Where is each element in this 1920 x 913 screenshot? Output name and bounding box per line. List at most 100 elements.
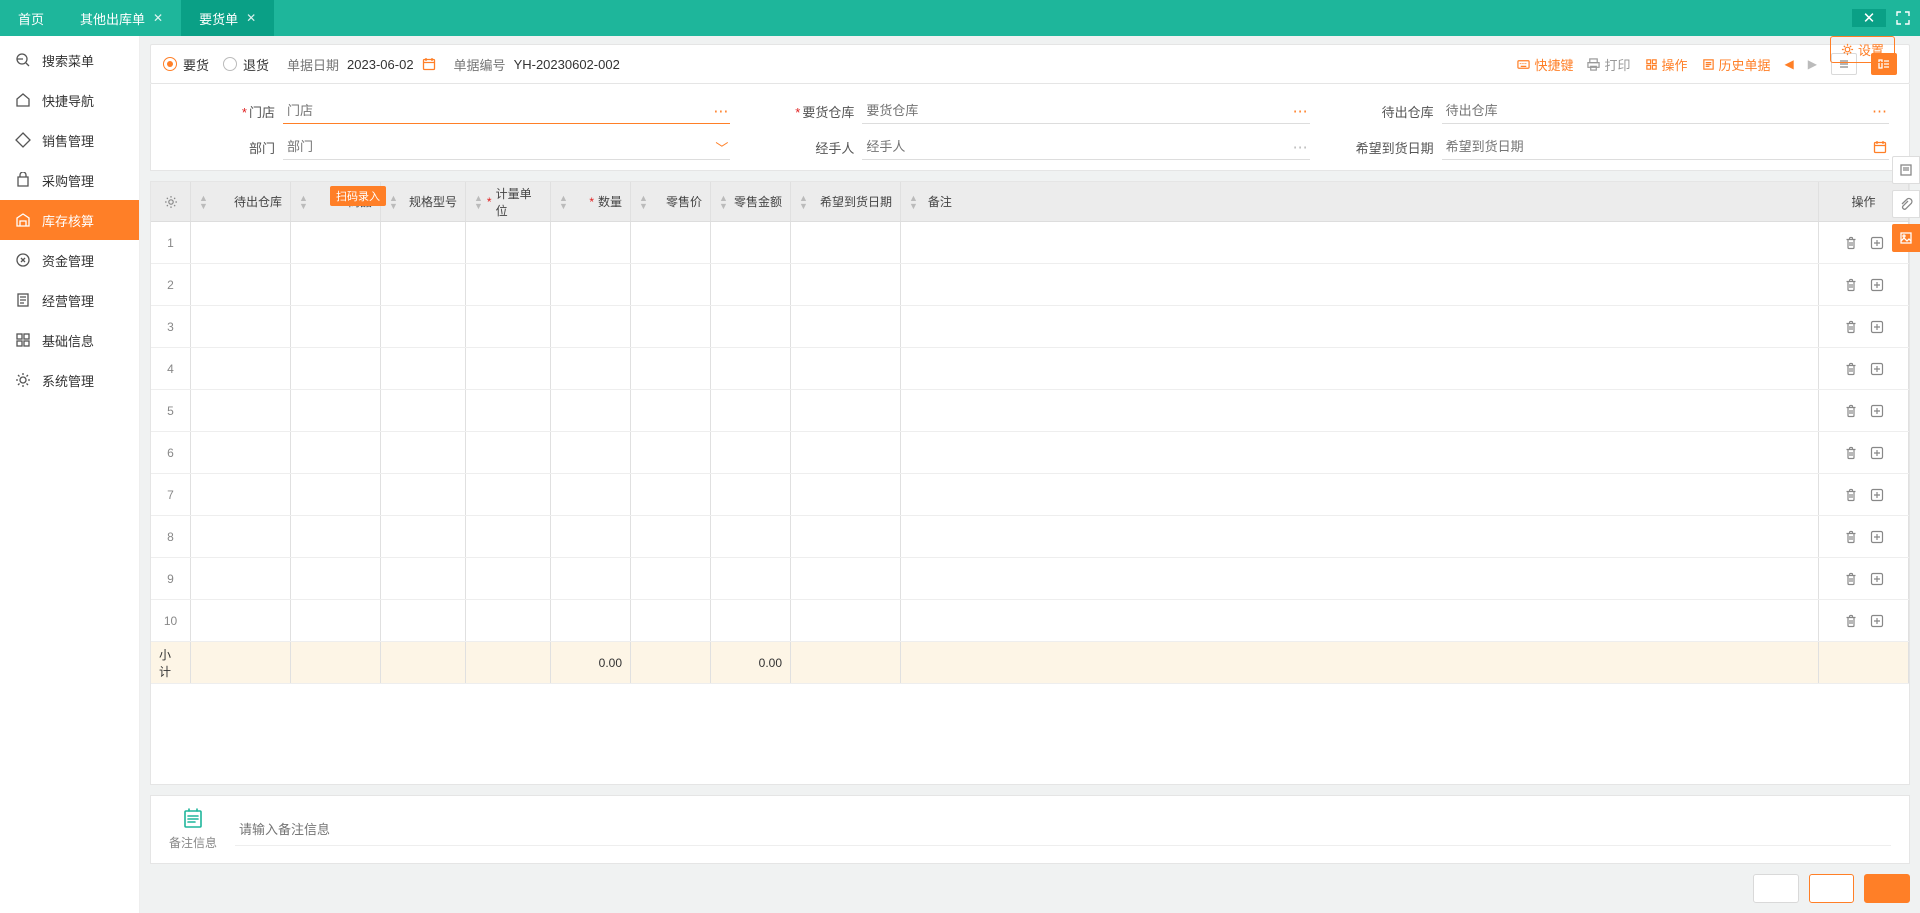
row-delete-icon[interactable] [1844,572,1858,586]
sidebar-item-purchase[interactable]: 采购管理 [0,160,139,200]
row-add-icon[interactable] [1870,446,1884,460]
tab-close-icon[interactable]: ✕ [153,11,163,25]
radio-return[interactable]: 退货 [223,55,269,74]
th-out-warehouse[interactable]: ▲▼待出仓库 [191,182,291,221]
fullscreen-icon[interactable] [1886,11,1920,25]
shortcut-button[interactable]: 快捷键 [1517,55,1573,74]
row-delete-icon[interactable] [1844,614,1858,628]
print-button[interactable]: 打印 [1587,55,1630,74]
remark-input[interactable] [235,814,1891,846]
sidebar-search[interactable]: 搜索菜单 [0,40,139,80]
table-row[interactable]: 4 [151,348,1909,390]
radio-dot-icon [163,57,177,71]
operate-button[interactable]: 操作 [1645,55,1688,74]
dept-input[interactable] [283,134,730,160]
th-qty[interactable]: ▲▼*数量 [551,182,631,221]
settings-button[interactable]: 设置 [1830,36,1895,63]
table-row[interactable]: 5 [151,390,1909,432]
strip-image-icon[interactable] [1892,224,1920,252]
row-delete-icon[interactable] [1844,320,1858,334]
row-add-icon[interactable] [1870,362,1884,376]
chevron-down-icon[interactable]: ﹀ [715,138,728,157]
reqwh-input[interactable] [862,98,1309,124]
row-delete-icon[interactable] [1844,530,1858,544]
table-row[interactable]: 7 [151,474,1909,516]
row-add-icon[interactable] [1870,278,1884,292]
sidebar-item-quicknav[interactable]: 快捷导航 [0,80,139,120]
th-price[interactable]: ▲▼零售价 [631,182,711,221]
th-amount[interactable]: ▲▼零售金额 [711,182,791,221]
radio-request[interactable]: 要货 [163,55,209,74]
row-delete-icon[interactable] [1844,362,1858,376]
row-index: 1 [151,222,191,263]
calendar-icon[interactable] [422,57,436,71]
more-icon[interactable]: ⋯ [1293,138,1308,156]
subtotal-row: 小计0.000.00 [151,642,1909,684]
strip-attach-icon[interactable] [1892,190,1920,218]
sidebar-item-basic[interactable]: 基础信息 [0,320,139,360]
row-delete-icon[interactable] [1844,236,1858,250]
row-delete-icon[interactable] [1844,278,1858,292]
row-add-icon[interactable] [1870,530,1884,544]
sidebar-item-sales[interactable]: 销售管理 [0,120,139,160]
expect-input[interactable] [1442,134,1889,160]
handler-input[interactable] [862,134,1309,160]
tab-close-icon[interactable]: ✕ [246,11,256,25]
tab-requisition[interactable]: 要货单 ✕ [181,0,274,36]
th-unit[interactable]: ▲▼*计量单位 [466,182,551,221]
sidebar-item-label: 资金管理 [42,251,94,270]
row-add-icon[interactable] [1870,320,1884,334]
subtotal-qty: 0.00 [551,642,631,683]
table-row[interactable]: 10 [151,600,1909,642]
history-button[interactable]: 历史单据 [1702,55,1771,74]
row-add-icon[interactable] [1870,404,1884,418]
history-prev-icon[interactable]: ◀ [1785,57,1794,71]
table-row[interactable]: 8 [151,516,1909,558]
th-expect-date[interactable]: ▲▼希望到货日期 [791,182,901,221]
btn-plain[interactable] [1753,874,1799,903]
row-delete-icon[interactable] [1844,446,1858,460]
outwh-input[interactable] [1442,98,1889,124]
btn-outline[interactable] [1809,874,1855,903]
more-icon[interactable]: ⋯ [1872,102,1887,120]
row-add-icon[interactable] [1870,614,1884,628]
history-label: 历史单据 [1719,55,1771,74]
calendar-icon[interactable] [1873,140,1887,154]
tab-other-outbound[interactable]: 其他出库单 ✕ [62,0,181,36]
sidebar-item-system[interactable]: 系统管理 [0,360,139,400]
row-add-icon[interactable] [1870,236,1884,250]
table-body[interactable]: 12345678910小计0.000.00 [151,222,1909,784]
more-icon[interactable]: ⋯ [713,102,728,120]
doc-date-value[interactable]: 2023-06-02 [347,57,414,72]
table-row[interactable]: 1 [151,222,1909,264]
th-product[interactable]: ▲▼*商品 扫码录入 [291,182,381,221]
tabbar-close-icon[interactable]: ✕ [1852,9,1886,27]
store-input[interactable] [283,98,730,124]
table-row[interactable]: 3 [151,306,1909,348]
table-row[interactable]: 6 [151,432,1909,474]
th-gear[interactable] [151,182,191,221]
scan-entry-badge[interactable]: 扫码录入 [330,186,386,206]
sidebar-item-label: 库存核算 [42,211,94,230]
table-row[interactable]: 2 [151,264,1909,306]
row-delete-icon[interactable] [1844,404,1858,418]
row-add-icon[interactable] [1870,572,1884,586]
sidebar-item-inventory[interactable]: 库存核算 [0,200,139,240]
th-remark[interactable]: ▲▼备注 [901,182,1819,221]
history-next-icon[interactable]: ▶ [1808,57,1817,71]
tab-home[interactable]: 首页 [0,0,62,36]
store-label: 门店 [249,105,275,120]
radio-label: 要货 [183,55,209,74]
sidebar-item-business[interactable]: 经营管理 [0,280,139,320]
more-icon[interactable]: ⋯ [1293,102,1308,120]
sidebar-item-finance[interactable]: 资金管理 [0,240,139,280]
table-row[interactable]: 9 [151,558,1909,600]
strip-note-icon[interactable] [1892,156,1920,184]
tag-icon [14,131,32,149]
tab-label: 要货单 [199,9,238,28]
row-add-icon[interactable] [1870,488,1884,502]
doc-icon [14,291,32,309]
row-delete-icon[interactable] [1844,488,1858,502]
btn-primary[interactable] [1864,874,1910,903]
th-spec[interactable]: ▲▼规格型号 [381,182,466,221]
